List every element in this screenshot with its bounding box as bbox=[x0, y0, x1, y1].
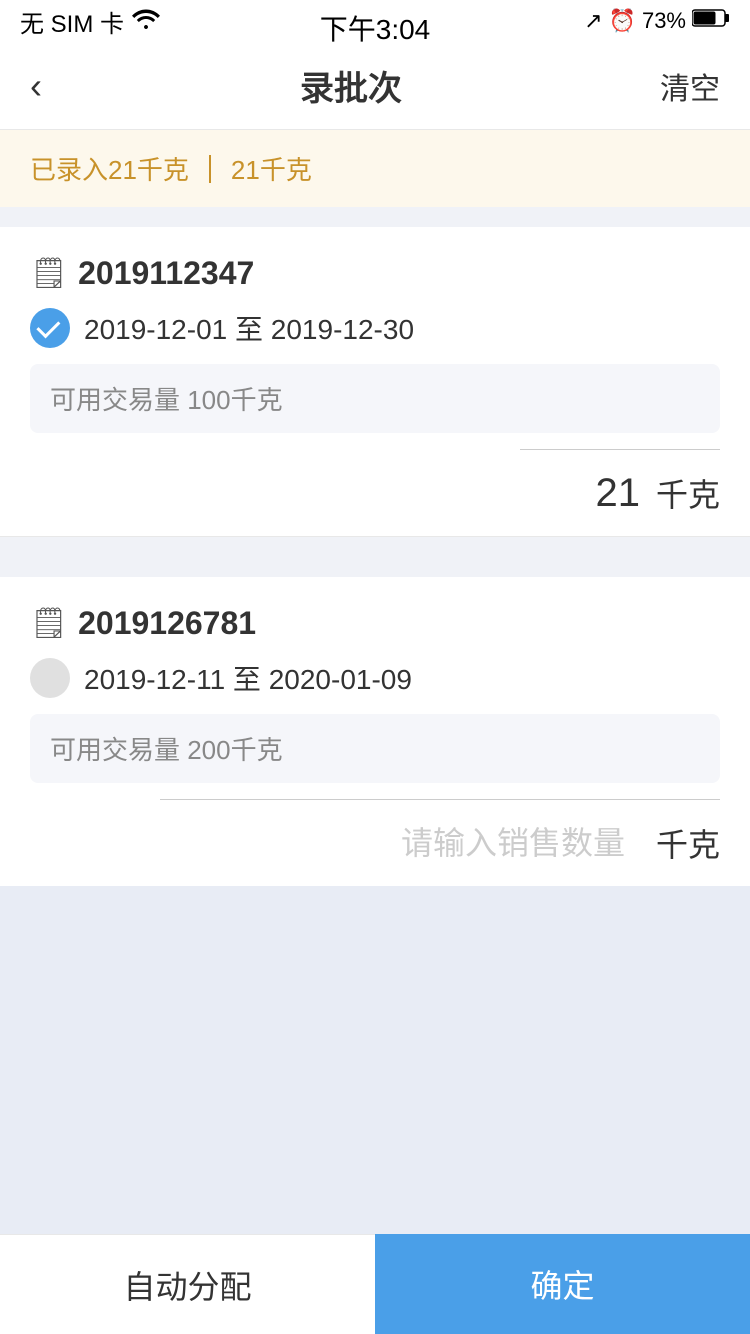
status-time: 下午3:04 bbox=[320, 8, 431, 48]
nav-bar: ‹ 录批次 清空 bbox=[0, 42, 750, 130]
batch2-date-row[interactable]: 2019-12-11 至 2020-01-09 bbox=[0, 658, 750, 714]
recorded-value: 21千克 bbox=[231, 150, 312, 187]
status-left: 无 SIM 卡 bbox=[20, 4, 160, 39]
batch1-header: 🗒 2019112347 bbox=[0, 227, 750, 308]
batch1-unit: 千克 bbox=[656, 470, 720, 516]
battery-icon bbox=[692, 8, 730, 34]
page-title: 录批次 bbox=[300, 61, 402, 110]
auto-distribute-button[interactable]: 自动分配 bbox=[0, 1234, 375, 1334]
batch1-radio[interactable] bbox=[30, 308, 70, 348]
batch1-amount-row: 21 千克 bbox=[0, 450, 750, 537]
banner-divider bbox=[209, 155, 211, 183]
back-button[interactable]: ‹ bbox=[30, 65, 42, 107]
status-bar: 无 SIM 卡 下午3:04 ↗ ⏰ 73% bbox=[0, 0, 750, 42]
batch2-unit: 千克 bbox=[656, 820, 720, 866]
status-right: ↗ ⏰ 73% bbox=[584, 8, 730, 34]
clock-icon: ⏰ bbox=[609, 8, 636, 34]
section-separator bbox=[0, 537, 750, 557]
bottom-bar: 自动分配 确定 bbox=[0, 1234, 750, 1334]
batch-card-1: 🗒 2019112347 2019-12-01 至 2019-12-30 可用交… bbox=[0, 227, 750, 537]
batch2-available: 可用交易量 200千克 bbox=[30, 714, 720, 783]
batch2-input-row[interactable]: 千克 bbox=[0, 800, 750, 886]
battery-label: 73% bbox=[642, 8, 686, 34]
sim-label: 无 SIM 卡 bbox=[20, 4, 124, 39]
recorded-label: 已录入21千克 bbox=[30, 150, 189, 187]
empty-area bbox=[0, 886, 750, 1266]
batch1-date: 2019-12-01 至 2019-12-30 bbox=[84, 308, 414, 348]
batch-card-2: 🗒 2019126781 2019-12-11 至 2020-01-09 可用交… bbox=[0, 577, 750, 886]
batch2-header: 🗒 2019126781 bbox=[0, 577, 750, 658]
sales-quantity-input[interactable] bbox=[30, 825, 640, 862]
wifi-icon bbox=[132, 7, 160, 36]
batch2-icon: 🗒 bbox=[30, 606, 68, 641]
batch2-id: 2019126781 bbox=[78, 605, 256, 642]
confirm-button[interactable]: 确定 bbox=[375, 1234, 750, 1334]
batch1-id: 2019112347 bbox=[78, 255, 254, 292]
batch2-date: 2019-12-11 至 2020-01-09 bbox=[84, 658, 412, 698]
batch1-amount[interactable]: 21 bbox=[595, 471, 640, 516]
clear-button[interactable]: 清空 bbox=[660, 64, 720, 108]
batch1-date-row[interactable]: 2019-12-01 至 2019-12-30 bbox=[0, 308, 750, 364]
location-icon: ↗ bbox=[584, 8, 602, 34]
batch1-available: 可用交易量 100千克 bbox=[30, 364, 720, 433]
batch2-radio[interactable] bbox=[30, 658, 70, 698]
batch1-icon: 🗒 bbox=[30, 256, 68, 291]
info-banner: 已录入21千克 21千克 bbox=[0, 130, 750, 207]
